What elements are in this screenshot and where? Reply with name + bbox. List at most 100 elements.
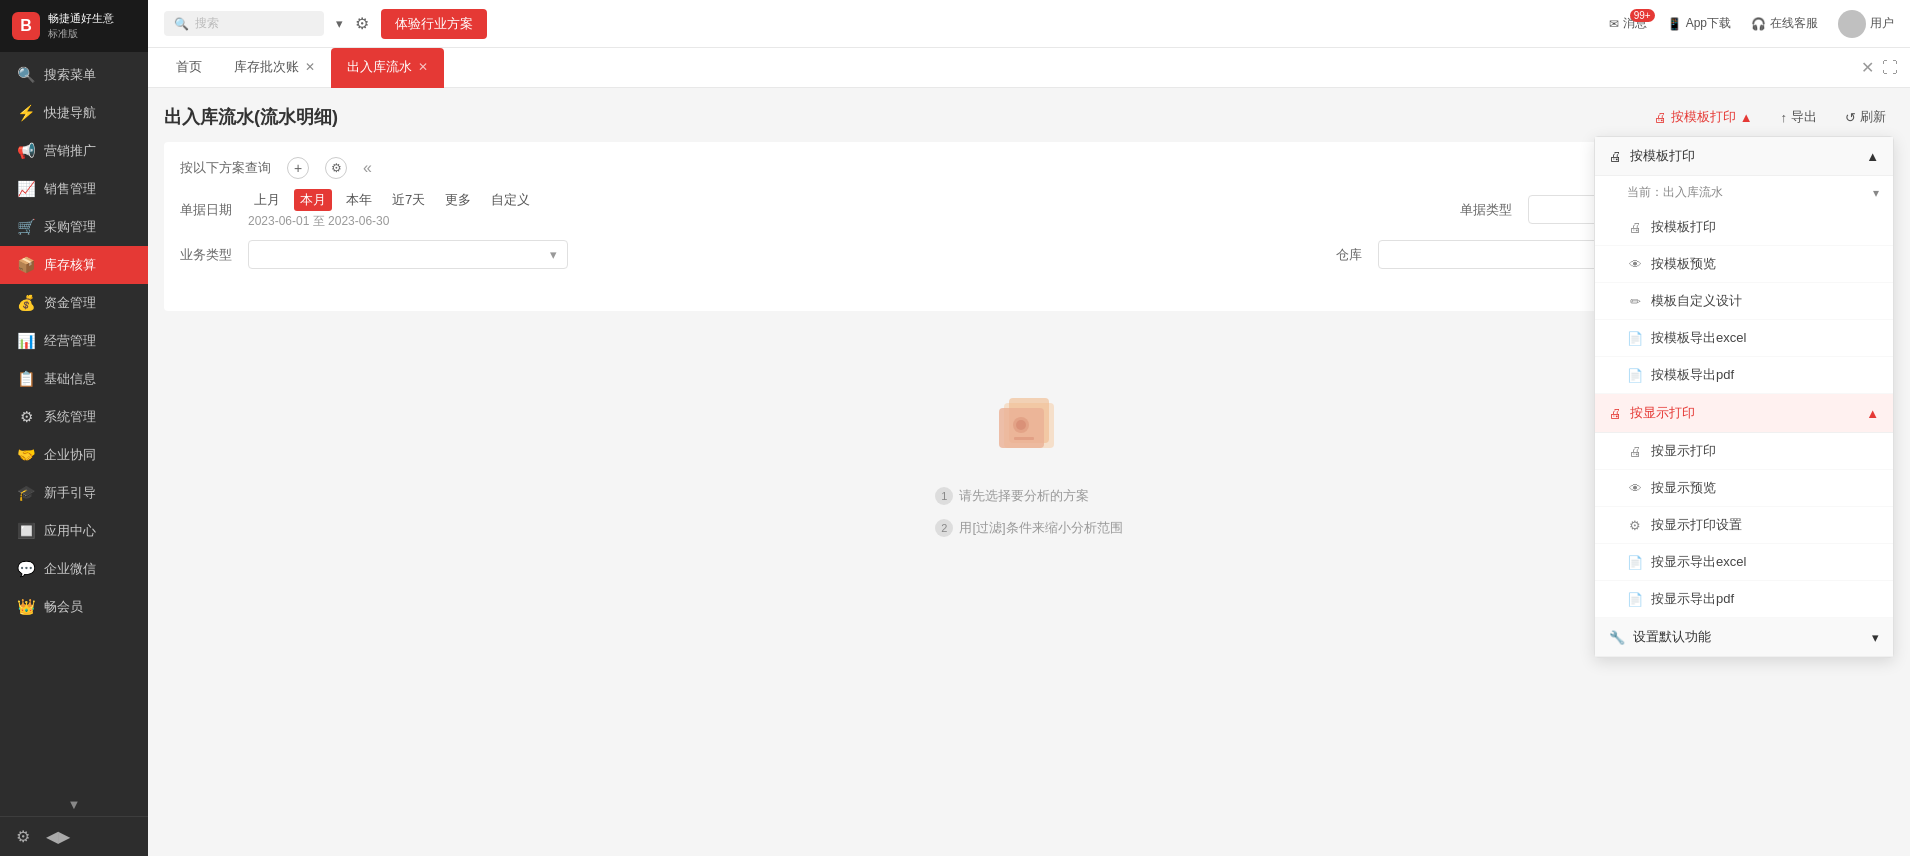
dropdown-item-template-print[interactable]: 🖨按模板打印 bbox=[1595, 209, 1893, 246]
collapse-icon[interactable]: ◀▶ bbox=[46, 827, 70, 846]
current-label: 当前：出入库流水 bbox=[1627, 184, 1723, 201]
tab-close-batch-account[interactable]: ✕ bbox=[305, 60, 315, 74]
sidebar-scroll-down[interactable]: ▼ bbox=[68, 797, 81, 812]
sidebar-icon-marketing: 📢 bbox=[16, 142, 36, 160]
sidebar-label-marketing: 营销推广 bbox=[44, 142, 96, 160]
header-search-box[interactable]: 🔍 搜索 bbox=[164, 11, 324, 36]
item-icon-display-print: 🖨 bbox=[1627, 443, 1643, 459]
sidebar-icon-members: 👑 bbox=[16, 598, 36, 616]
tab-label-batch-account: 库存批次账 bbox=[234, 58, 299, 76]
export-btn[interactable]: ↑ 导出 bbox=[1773, 104, 1826, 130]
online-service-btn[interactable]: 🎧 在线客服 bbox=[1751, 15, 1818, 32]
tab-batch-account[interactable]: 库存批次账 ✕ bbox=[218, 48, 331, 88]
date-tab-current-month[interactable]: 本月 bbox=[294, 189, 332, 211]
sidebar-item-quick-nav[interactable]: ⚡快捷导航 bbox=[0, 94, 148, 132]
plus-icon: + bbox=[294, 160, 302, 176]
dropdown-item-template-export-excel[interactable]: 📄按模板导出excel bbox=[1595, 320, 1893, 357]
close-win-btn[interactable]: ✕ bbox=[1861, 58, 1874, 77]
sidebar-label-quick-nav: 快捷导航 bbox=[44, 104, 96, 122]
date-tab-current-year[interactable]: 本年 bbox=[340, 189, 378, 211]
date-tab-last-7-days[interactable]: 近7天 bbox=[386, 189, 431, 211]
item-icon-template-custom: ✏ bbox=[1627, 293, 1643, 309]
date-tab-custom[interactable]: 自定义 bbox=[485, 189, 536, 211]
user-menu[interactable]: 用户 bbox=[1838, 10, 1894, 38]
sidebar-label-app-center: 应用中心 bbox=[44, 522, 96, 540]
sidebar-label-guide: 新手引导 bbox=[44, 484, 96, 502]
sidebar-item-sales[interactable]: 📈销售管理 bbox=[0, 170, 148, 208]
item-label-display-print: 按显示打印 bbox=[1651, 442, 1716, 460]
logo-sub: 标准版 bbox=[48, 27, 114, 41]
page-title-bar: 出入库流水(流水明细) 🖨 按模板打印 ▲ ↑ 导出 ↺ 刷新 🖨 bbox=[164, 104, 1894, 130]
sidebar-item-basic-info[interactable]: 📋基础信息 bbox=[0, 360, 148, 398]
display-print-header[interactable]: 🖨 按显示打印 ▲ bbox=[1595, 394, 1893, 433]
display-print-label: 按显示打印 bbox=[1630, 404, 1695, 422]
sidebar-item-marketing[interactable]: 📢 营销推广 bbox=[0, 132, 148, 170]
dropdown-item-display-print[interactable]: 🖨 按显示打印 bbox=[1595, 433, 1893, 470]
dropdown-item-display-preview[interactable]: 👁按显示预览 bbox=[1595, 470, 1893, 507]
query-label: 按以下方案查询 bbox=[180, 159, 271, 177]
sidebar-item-operations[interactable]: 📊经营管理 bbox=[0, 322, 148, 360]
dropdown-item-template-custom[interactable]: ✏模板自定义设计 bbox=[1595, 283, 1893, 320]
date-label: 单据日期 bbox=[180, 201, 232, 219]
sidebar-icon-system: ⚙ bbox=[16, 408, 36, 426]
settings-icon[interactable]: ⚙ bbox=[16, 827, 30, 846]
item-icon-display-export-excel: 📄 bbox=[1627, 554, 1643, 570]
tab-close-inout-flow[interactable]: ✕ bbox=[418, 60, 428, 74]
message-icon: ✉ bbox=[1609, 17, 1619, 31]
dropdown-item-display-print-settings[interactable]: ⚙按显示打印设置 bbox=[1595, 507, 1893, 544]
display-expand-icon: ▲ bbox=[1866, 406, 1879, 421]
item-label-template-print: 按模板打印 bbox=[1651, 218, 1716, 236]
app-download-btn[interactable]: 📱 App下载 bbox=[1667, 15, 1731, 32]
print-template-btn[interactable]: 🖨 按模板打印 ▲ bbox=[1646, 104, 1761, 130]
tab-inout-flow[interactable]: 出入库流水✕ bbox=[331, 48, 444, 88]
sidebar-label-sales: 销售管理 bbox=[44, 180, 96, 198]
tab-home[interactable]: 首页 bbox=[160, 48, 218, 88]
filter-add-btn[interactable]: + bbox=[287, 157, 309, 179]
date-tab-more[interactable]: 更多 bbox=[439, 189, 477, 211]
message-btn[interactable]: ✉ 消息 99+ bbox=[1609, 15, 1647, 32]
tip-text-1: 请先选择要分析的方案 bbox=[959, 483, 1089, 509]
sidebar-icon-inventory: 📦 bbox=[16, 256, 36, 274]
filter-setting-btn[interactable]: ⚙ bbox=[325, 157, 347, 179]
sidebar-item-search-menu[interactable]: 🔍搜索菜单 bbox=[0, 56, 148, 94]
current-arrow: ▾ bbox=[1873, 186, 1879, 200]
date-tab-last-month[interactable]: 上月 bbox=[248, 189, 286, 211]
filter-collapse-btn[interactable]: « bbox=[363, 159, 372, 177]
expand-win-btn[interactable]: ⛶ bbox=[1882, 59, 1898, 77]
business-type-select[interactable]: ▾ bbox=[248, 240, 568, 269]
sidebar-label-basic-info: 基础信息 bbox=[44, 370, 96, 388]
page-title: 出入库流水(流水明细) bbox=[164, 105, 338, 129]
sidebar-label-members: 畅会员 bbox=[44, 598, 83, 616]
sidebar-item-system[interactable]: ⚙ 系统管理 bbox=[0, 398, 148, 436]
sidebar-item-app-center[interactable]: 🔲应用中心 bbox=[0, 512, 148, 550]
refresh-btn[interactable]: ↺ 刷新 bbox=[1837, 104, 1894, 130]
dropdown-item-display-export-excel[interactable]: 📄按显示导出excel bbox=[1595, 544, 1893, 581]
item-icon-template-export-excel: 📄 bbox=[1627, 330, 1643, 346]
sidebar-label-system: 系统管理 bbox=[44, 408, 96, 426]
default-func-header[interactable]: 🔧 设置默认功能 ▾ bbox=[1595, 618, 1893, 657]
voucher-type-label: 单据类型 bbox=[1460, 201, 1512, 219]
header-gear-icon[interactable]: ⚙ bbox=[355, 14, 369, 33]
sidebar-label-inventory: 库存核算 bbox=[44, 256, 96, 274]
item-label-template-export-pdf: 按模板导出pdf bbox=[1651, 366, 1734, 384]
sidebar-item-guide[interactable]: 🎓新手引导 bbox=[0, 474, 148, 512]
default-func-label: 设置默认功能 bbox=[1633, 628, 1711, 646]
sidebar-item-cooperation[interactable]: 🤝企业协同 bbox=[0, 436, 148, 474]
dropdown-item-template-preview[interactable]: 👁按模板预览 bbox=[1595, 246, 1893, 283]
message-badge: 99+ bbox=[1630, 9, 1655, 22]
print-dropdown-arrow: ▲ bbox=[1740, 110, 1753, 125]
dropdown-item-template-export-pdf[interactable]: 📄按模板导出pdf bbox=[1595, 357, 1893, 394]
logo-icon: B bbox=[12, 12, 40, 40]
header-dropdown-arrow[interactable]: ▾ bbox=[336, 16, 343, 31]
sidebar-item-members[interactable]: 👑 畅会员 bbox=[0, 588, 148, 626]
sidebar-item-inventory[interactable]: 📦 库存核算 bbox=[0, 246, 148, 284]
page-actions: 🖨 按模板打印 ▲ ↑ 导出 ↺ 刷新 🖨 按模板打印 ▲ 当前：出入库流水 ▾… bbox=[1646, 104, 1894, 130]
print-template-label: 按模板打印 bbox=[1671, 108, 1736, 126]
dropdown-item-display-export-pdf[interactable]: 📄按显示导出pdf bbox=[1595, 581, 1893, 618]
trial-btn[interactable]: 体验行业方案 bbox=[381, 9, 487, 39]
sidebar-item-finance[interactable]: 💰资金管理 bbox=[0, 284, 148, 322]
top-header: 🔍 搜索 ▾ ⚙ 体验行业方案 ✉ 消息 99+ 📱 App下载 🎧 在线客服 … bbox=[148, 0, 1910, 48]
template-print-header[interactable]: 🖨 按模板打印 ▲ bbox=[1595, 137, 1893, 176]
sidebar-item-purchase[interactable]: 🛒采购管理 bbox=[0, 208, 148, 246]
sidebar-item-enterprise-wechat[interactable]: 💬企业微信 bbox=[0, 550, 148, 588]
